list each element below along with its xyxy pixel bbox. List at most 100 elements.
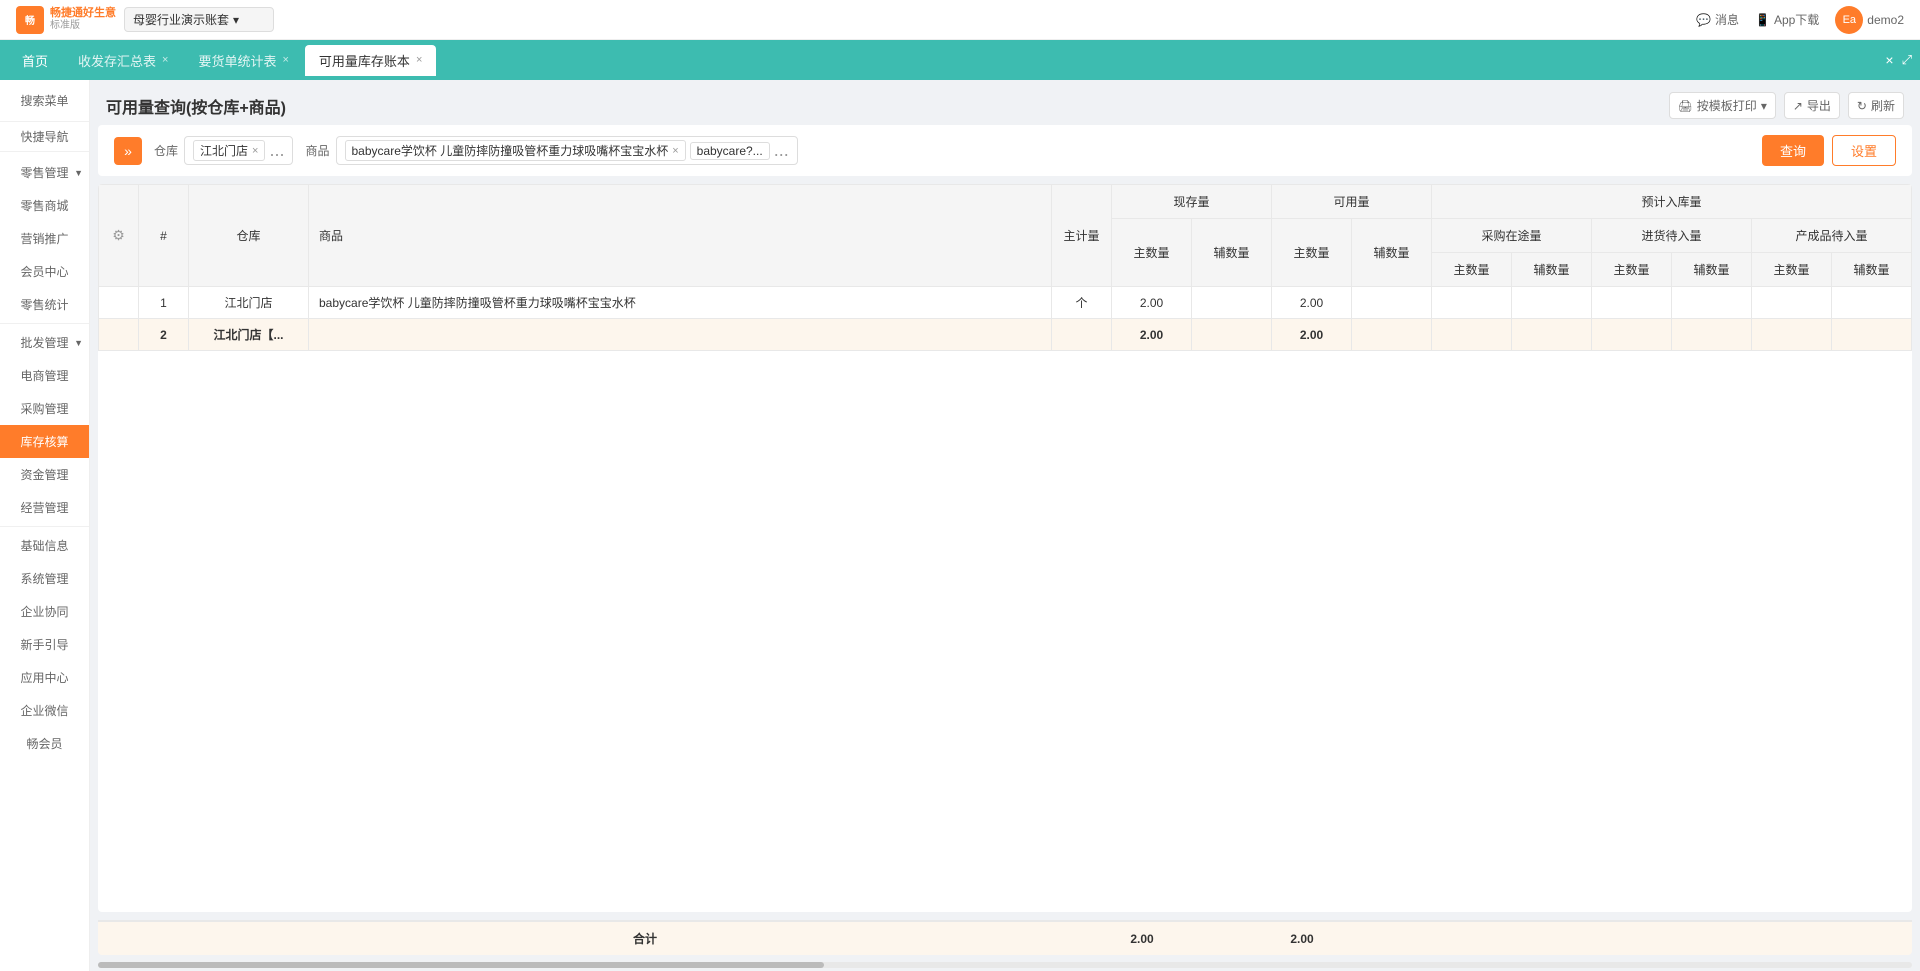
sidebar-item-retail-stats[interactable]: 零售统计 <box>0 288 89 321</box>
filter-warehouse-label: 仓库 <box>154 142 178 159</box>
row1-arrival-main <box>1592 287 1672 319</box>
col-prod-aux: 辅数量 <box>1832 253 1912 287</box>
row2-product <box>309 319 1052 351</box>
filter-warehouse-input[interactable]: 江北门店 × ... <box>184 136 293 165</box>
sidebar-item-finance-mgmt[interactable]: 资金管理 <box>0 458 89 491</box>
col-prod-main: 主数量 <box>1752 253 1832 287</box>
sidebar-item-basic-info[interactable]: 基础信息 <box>0 529 89 562</box>
table-container[interactable]: ⚙ # 仓库 商品 主计量 现存量 可用量 预计入库量 主数量 辅数量 主数量 <box>98 184 1912 912</box>
filter-expand-btn[interactable]: » <box>114 137 142 165</box>
user-area[interactable]: Ea demo2 <box>1835 6 1904 34</box>
quick-nav-btn[interactable]: 快捷导航 <box>0 122 89 152</box>
filter-product-input[interactable]: babycare学饮杯 儿童防摔防撞吸管杯重力球吸嘴杯宝宝水杯 × babyca… <box>336 136 798 165</box>
row2-arrival-aux <box>1672 319 1752 351</box>
col-product-header: 商品 <box>309 185 1052 287</box>
filter-more-btn[interactable]: ... <box>269 140 284 161</box>
gear-icon[interactable]: ⚙ <box>112 227 125 243</box>
sidebar-item-new-guide[interactable]: 新手引导 <box>0 628 89 661</box>
tab-available-stock[interactable]: 可用量库存账本 × <box>305 45 436 76</box>
logo-text: 标准版 <box>50 20 116 32</box>
col-avail-aux-header: 辅数量 <box>1352 219 1432 287</box>
row1-avail-aux <box>1352 287 1432 319</box>
settings-btn[interactable]: 设置 <box>1832 135 1896 166</box>
sidebar-item-ops-mgmt[interactable]: 经营管理 <box>0 491 89 524</box>
window-expand-icon[interactable]: ⤢ <box>1902 52 1912 68</box>
app-download-btn[interactable]: 📱 App下载 <box>1755 11 1819 28</box>
chevron-down-icon: ▾ <box>1761 99 1767 113</box>
sidebar-item-member-center[interactable]: 会员中心 <box>0 255 89 288</box>
logo-icon: 畅 <box>16 6 44 34</box>
tab-order-stats-close[interactable]: × <box>282 54 288 66</box>
sidebar-section: 零售管理 零售商城 营销推广 会员中心 零售统计 批发管理 电商管理 采购管理 <box>0 152 89 764</box>
row1-prod-aux <box>1832 287 1912 319</box>
col-production-pending-header: 产成品待入量 <box>1752 219 1912 253</box>
sidebar-item-enterprise-collab[interactable]: 企业协同 <box>0 595 89 628</box>
row1-arrival-aux <box>1672 287 1752 319</box>
sidebar-item-member[interactable]: 畅会员 <box>0 727 89 760</box>
table-footer: 合计 2.00 2.00 <box>98 920 1912 955</box>
query-btn[interactable]: 查询 <box>1762 135 1824 166</box>
sidebar-item-retail-mall[interactable]: 零售商城 <box>0 189 89 222</box>
scrollbar-thumb[interactable] <box>98 962 824 968</box>
message-btn[interactable]: 💬 消息 <box>1696 11 1739 28</box>
sidebar-item-inventory-check[interactable]: 库存核算 <box>0 425 89 458</box>
col-expected-in-header: 预计入库量 <box>1432 185 1912 219</box>
sidebar-item-purchase-mgmt[interactable]: 采购管理 <box>0 392 89 425</box>
window-close-icon[interactable]: × <box>1885 52 1893 68</box>
col-warehouse-header: 仓库 <box>189 185 309 287</box>
tab-summary-close[interactable]: × <box>162 54 168 66</box>
export-btn[interactable]: ↗ 导出 <box>1784 92 1840 119</box>
row1-pur-transit-aux <box>1512 287 1592 319</box>
sidebar-item-marketing[interactable]: 营销推广 <box>0 222 89 255</box>
row2-prod-aux <box>1832 319 1912 351</box>
col-stock-main-header: 主数量 <box>1112 219 1192 287</box>
sidebar-item-system-mgmt[interactable]: 系统管理 <box>0 562 89 595</box>
tab-order-stats[interactable]: 要货单统计表 × <box>184 45 302 76</box>
filter-bar: » 仓库 江北门店 × ... 商品 babycare学饮杯 儿童防摔防撞吸管杯… <box>98 125 1912 176</box>
industry-selector[interactable]: 母婴行业演示账套 ▾ <box>124 7 274 32</box>
refresh-btn[interactable]: ↻ 刷新 <box>1848 92 1904 119</box>
table-row-subtotal: 2 江北门店【... 2.00 2.00 <box>99 319 1912 351</box>
filter-warehouse-group: 仓库 江北门店 × ... <box>154 136 293 165</box>
top-bar: 畅 畅捷通好生意 标准版 母婴行业演示账套 ▾ 💬 消息 📱 App下载 Ea … <box>0 0 1920 40</box>
col-seq: # <box>139 185 189 287</box>
col-stock-aux-header: 辅数量 <box>1192 219 1272 287</box>
sidebar-item-retail-mgmt[interactable]: 零售管理 <box>0 156 89 189</box>
tab-available-stock-close[interactable]: × <box>416 54 422 66</box>
chevron-down-icon: ▾ <box>233 13 239 27</box>
filter-warehouse-tag-close[interactable]: × <box>252 145 258 157</box>
row1-pur-transit-main <box>1432 287 1512 319</box>
logo-area: 畅 畅捷通好生意 标准版 <box>16 6 116 34</box>
page-header: 可用量查询(按仓库+商品) 🖨 按模板打印 ▾ ↗ 导出 ↻ 刷新 <box>90 80 1920 125</box>
row1-stock-aux <box>1192 287 1272 319</box>
sidebar-item-ecommerce[interactable]: 电商管理 <box>0 359 89 392</box>
sidebar-search-section: 搜索菜单 <box>0 80 89 122</box>
row2-prod-main <box>1752 319 1832 351</box>
row1-warehouse: 江北门店 <box>189 287 309 319</box>
sidebar-item-app-center[interactable]: 应用中心 <box>0 661 89 694</box>
row2-stock-aux <box>1192 319 1272 351</box>
row1-gear <box>99 287 139 319</box>
filter-product-tag1-close[interactable]: × <box>672 145 678 157</box>
refresh-icon: ↻ <box>1857 99 1867 113</box>
search-menu-btn[interactable]: 搜索菜单 <box>8 88 81 113</box>
col-pur-transit-header: 采购在途量 <box>1432 219 1592 253</box>
col-pur-transit-main: 主数量 <box>1432 253 1512 287</box>
filter-product-tag1: babycare学饮杯 儿童防摔防撞吸管杯重力球吸嘴杯宝宝水杯 × <box>345 140 686 161</box>
row1-stock-main: 2.00 <box>1112 287 1192 319</box>
scrollbar-area <box>90 959 1920 971</box>
filter-product-more-btn[interactable]: ... <box>774 140 789 161</box>
template-print-btn[interactable]: 🖨 按模板打印 ▾ <box>1669 92 1776 119</box>
sidebar-divider-1 <box>0 323 89 324</box>
message-icon: 💬 <box>1696 13 1711 27</box>
sidebar-item-wholesale-mgmt[interactable]: 批发管理 <box>0 326 89 359</box>
sidebar-item-enterprise-wechat[interactable]: 企业微信 <box>0 694 89 727</box>
tab-home[interactable]: 首页 <box>8 45 62 76</box>
top-bar-right: 💬 消息 📱 App下载 Ea demo2 <box>1696 6 1904 34</box>
row1-product: babycare学饮杯 儿童防摔防撞吸管杯重力球吸嘴杯宝宝水杯 <box>309 287 1052 319</box>
row2-avail-main: 2.00 <box>1272 319 1352 351</box>
tab-summary[interactable]: 收发存汇总表 × <box>64 45 182 76</box>
col-unit-header: 主计量 <box>1052 185 1112 287</box>
row2-unit <box>1052 319 1112 351</box>
table-row: 1 江北门店 babycare学饮杯 儿童防摔防撞吸管杯重力球吸嘴杯宝宝水杯 个… <box>99 287 1912 319</box>
